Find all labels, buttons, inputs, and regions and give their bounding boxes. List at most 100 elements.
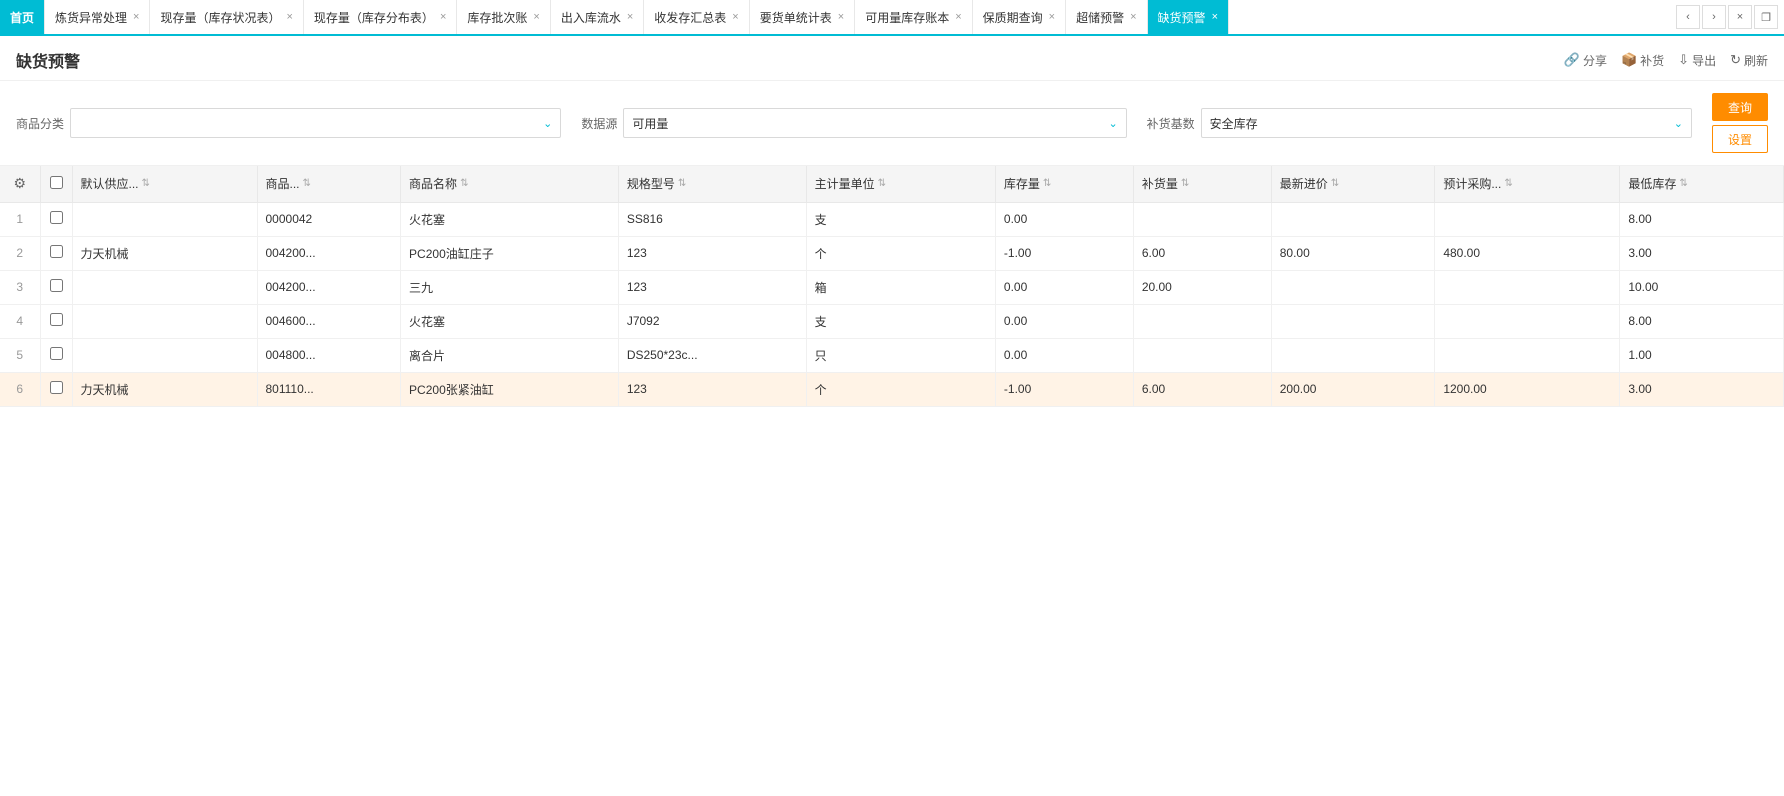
- tab-overstock-close[interactable]: ×: [1130, 11, 1136, 23]
- col-header-product-code[interactable]: 商品... ⇅: [257, 166, 401, 202]
- table-row: 5 004800... 离合片 DS250*23c... 只 0.00 1.00: [0, 338, 1784, 372]
- replenish-base-label: 补货基数: [1147, 115, 1195, 132]
- cell-est-purchase-2: [1435, 270, 1620, 304]
- row-checkbox-4[interactable]: [50, 347, 63, 360]
- cell-checkbox-2[interactable]: [40, 270, 72, 304]
- row-checkbox-5[interactable]: [50, 381, 63, 394]
- cell-spec-4: DS250*23c...: [618, 338, 806, 372]
- col-header-latest-price[interactable]: 最新进价 ⇅: [1271, 166, 1435, 202]
- cell-supplier-4: [72, 338, 257, 372]
- col-header-unit[interactable]: 主计量单位 ⇅: [806, 166, 995, 202]
- select-all-checkbox[interactable]: [50, 176, 63, 189]
- tab-abnormal-close[interactable]: ×: [133, 11, 139, 23]
- sort-min-stock-icon: ⇅: [1679, 178, 1687, 189]
- cell-checkbox-4[interactable]: [40, 338, 72, 372]
- cell-supplier-3: [72, 304, 257, 338]
- cell-checkbox-0[interactable]: [40, 202, 72, 236]
- col-header-replenish[interactable]: 补货量 ⇅: [1133, 166, 1271, 202]
- category-label: 商品分类: [16, 115, 64, 132]
- share-button[interactable]: 🔗 分享: [1564, 52, 1607, 69]
- tab-batch[interactable]: 库存批次账 ×: [457, 0, 550, 35]
- nav-controls: ‹ › × ❐: [1670, 5, 1784, 29]
- export-label: 导出: [1692, 52, 1716, 69]
- query-button[interactable]: 查询: [1712, 93, 1768, 121]
- cell-latest-price-2: [1271, 270, 1435, 304]
- replenish-button[interactable]: 📦 补货: [1621, 52, 1664, 69]
- filter-row: 商品分类 ⌄ 数据源 可用量 ⌄ 补货基数 安全库存 ⌄ 查询 设置: [0, 81, 1784, 166]
- gear-icon[interactable]: ⚙: [13, 175, 26, 191]
- col-header-product-name[interactable]: 商品名称 ⇅: [401, 166, 619, 202]
- row-checkbox-3[interactable]: [50, 313, 63, 326]
- table-container: ⚙ 默认供应... ⇅ 商品... ⇅: [0, 166, 1784, 407]
- datasource-select[interactable]: 可用量 ⌄: [623, 108, 1126, 138]
- cell-spec-1: 123: [618, 236, 806, 270]
- cell-replenish-5: 6.00: [1133, 372, 1271, 406]
- cell-unit-5: 个: [806, 372, 995, 406]
- settings-button[interactable]: 设置: [1712, 125, 1768, 153]
- tab-abnormal[interactable]: 炼货异常处理 ×: [45, 0, 150, 35]
- category-select[interactable]: ⌄: [70, 108, 561, 138]
- tab-batch-close[interactable]: ×: [533, 11, 539, 23]
- col-header-checkbox[interactable]: [40, 166, 72, 202]
- tab-order-stat-close[interactable]: ×: [838, 11, 844, 23]
- col-header-stock[interactable]: 库存量 ⇅: [995, 166, 1133, 202]
- tab-expiry-label: 保质期查询: [983, 9, 1043, 26]
- tab-inventory-status[interactable]: 现存量（库存状况表） ×: [150, 0, 303, 35]
- cell-est-purchase-4: [1435, 338, 1620, 372]
- tab-expiry-close[interactable]: ×: [1049, 11, 1055, 23]
- export-button[interactable]: ⇩ 导出: [1678, 52, 1716, 69]
- row-checkbox-1[interactable]: [50, 245, 63, 258]
- tab-available[interactable]: 可用量库存账本 ×: [855, 0, 972, 35]
- tab-inventory-dist[interactable]: 现存量（库存分布表） ×: [304, 0, 457, 35]
- tab-inventory-dist-label: 现存量（库存分布表）: [314, 9, 434, 26]
- row-checkbox-0[interactable]: [50, 211, 63, 224]
- category-chevron-icon: ⌄: [543, 117, 552, 130]
- cell-product-code-5: 801110...: [257, 372, 401, 406]
- tab-inout-close[interactable]: ×: [627, 11, 633, 23]
- tab-shortage-close[interactable]: ×: [1212, 11, 1218, 23]
- cell-supplier-2: [72, 270, 257, 304]
- tab-available-close[interactable]: ×: [955, 11, 961, 23]
- row-checkbox-2[interactable]: [50, 279, 63, 292]
- sort-product-name-icon: ⇅: [460, 178, 468, 189]
- nav-fullscreen-button[interactable]: ❐: [1754, 5, 1778, 29]
- tab-shortage[interactable]: 缺货预警 ×: [1148, 0, 1229, 35]
- cell-index-3: 4: [0, 304, 40, 338]
- cell-stock-1: -1.00: [995, 236, 1133, 270]
- top-navigation: 首页 炼货异常处理 × 现存量（库存状况表） × 现存量（库存分布表） × 库存…: [0, 0, 1784, 36]
- cell-index-0: 1: [0, 202, 40, 236]
- tab-order-stat-label: 要货单统计表: [760, 9, 832, 26]
- share-label: 分享: [1583, 52, 1607, 69]
- cell-stock-4: 0.00: [995, 338, 1133, 372]
- cell-checkbox-3[interactable]: [40, 304, 72, 338]
- cell-checkbox-5[interactable]: [40, 372, 72, 406]
- nav-close-button[interactable]: ×: [1728, 5, 1752, 29]
- tab-inventory-status-close[interactable]: ×: [286, 11, 292, 23]
- replenish-base-select[interactable]: 安全库存 ⌄: [1201, 108, 1692, 138]
- col-header-settings[interactable]: ⚙: [0, 166, 40, 202]
- tab-overstock[interactable]: 超储预警 ×: [1066, 0, 1147, 35]
- refresh-button[interactable]: ↻ 刷新: [1730, 52, 1768, 69]
- col-header-min-stock[interactable]: 最低库存 ⇅: [1620, 166, 1784, 202]
- tab-inventory-dist-close[interactable]: ×: [440, 11, 446, 23]
- tab-inout[interactable]: 出入库流水 ×: [551, 0, 644, 35]
- tab-summary[interactable]: 收发存汇总表 ×: [644, 0, 749, 35]
- cell-spec-5: 123: [618, 372, 806, 406]
- refresh-label: 刷新: [1744, 52, 1768, 69]
- col-header-est-purchase[interactable]: 预计采购... ⇅: [1435, 166, 1620, 202]
- cell-unit-3: 支: [806, 304, 995, 338]
- cell-product-code-3: 004600...: [257, 304, 401, 338]
- cell-unit-0: 支: [806, 202, 995, 236]
- col-header-supplier[interactable]: 默认供应... ⇅: [72, 166, 257, 202]
- cell-min-stock-3: 8.00: [1620, 304, 1784, 338]
- cell-checkbox-1[interactable]: [40, 236, 72, 270]
- nav-next-button[interactable]: ›: [1702, 5, 1726, 29]
- cell-min-stock-0: 8.00: [1620, 202, 1784, 236]
- nav-prev-button[interactable]: ‹: [1676, 5, 1700, 29]
- tab-summary-close[interactable]: ×: [732, 11, 738, 23]
- col-header-spec[interactable]: 规格型号 ⇅: [618, 166, 806, 202]
- cell-index-1: 2: [0, 236, 40, 270]
- tab-expiry[interactable]: 保质期查询 ×: [973, 0, 1066, 35]
- tab-home[interactable]: 首页: [0, 0, 45, 35]
- tab-order-stat[interactable]: 要货单统计表 ×: [750, 0, 855, 35]
